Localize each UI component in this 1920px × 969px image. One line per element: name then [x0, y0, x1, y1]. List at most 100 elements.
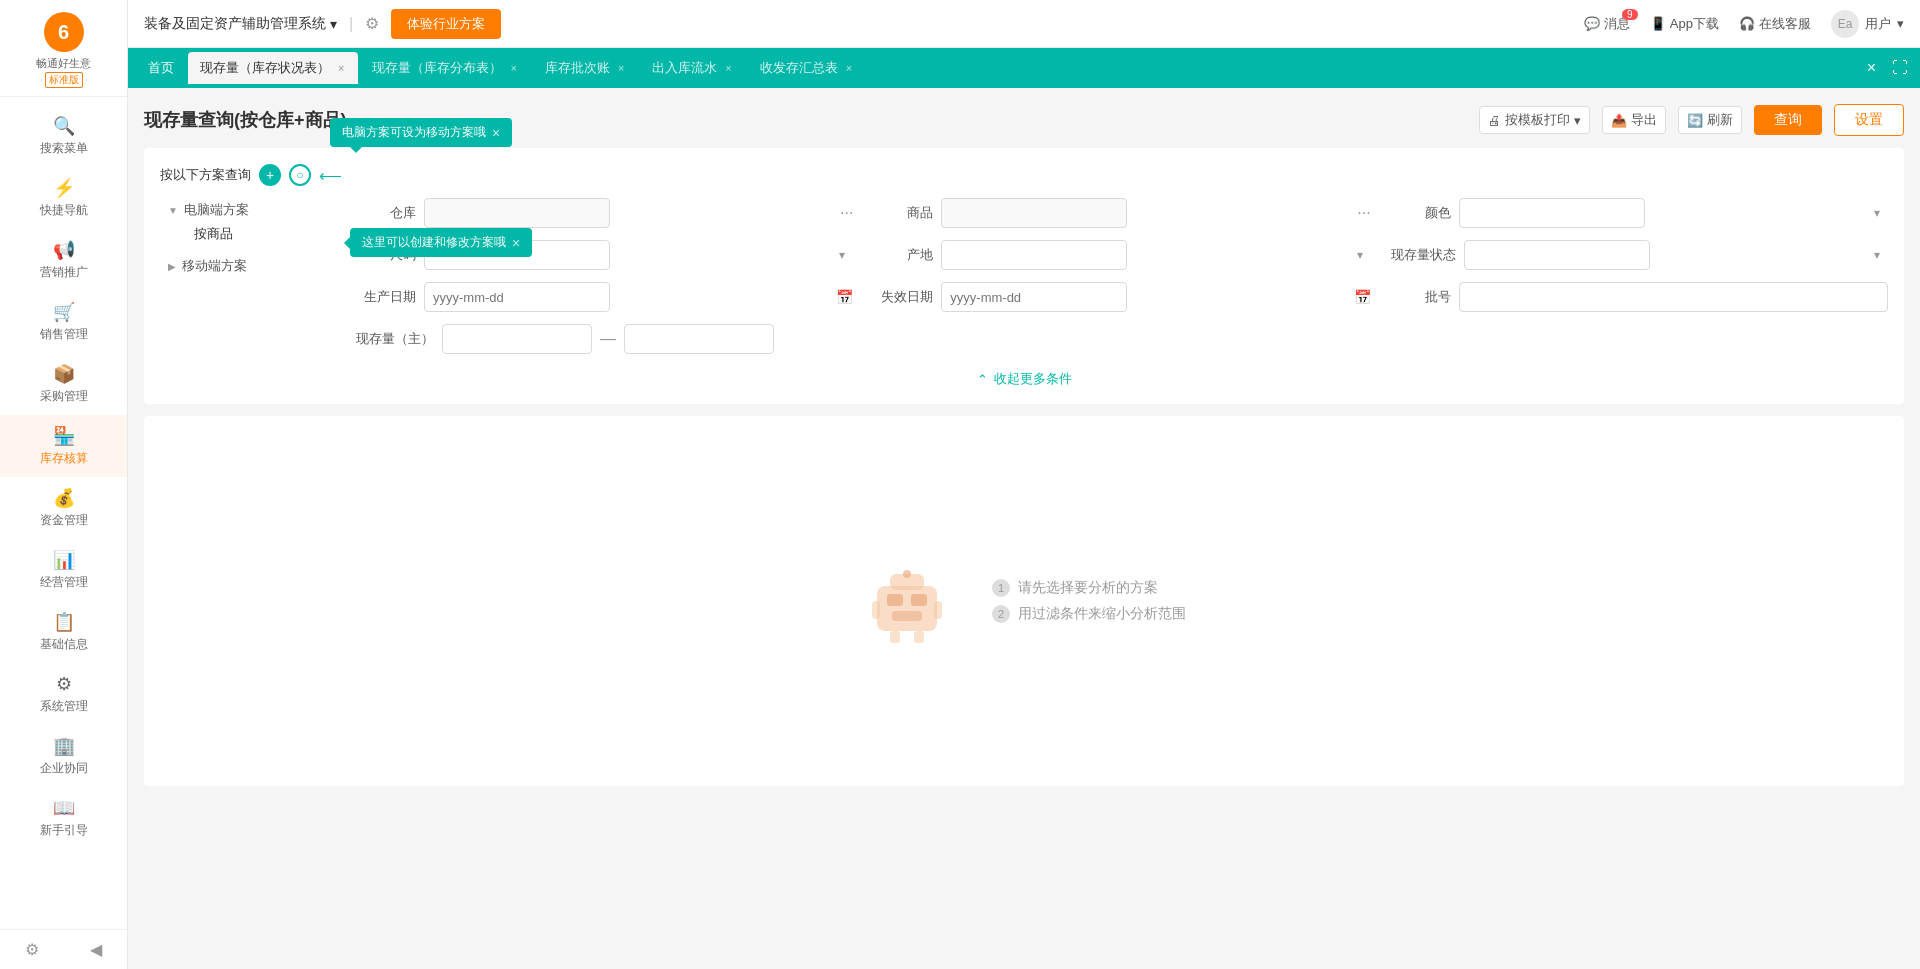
origin-input[interactable] [941, 240, 1127, 270]
refresh-btn[interactable]: 🔄 刷新 [1678, 106, 1742, 134]
avatar: Ea [1831, 10, 1859, 38]
template-print-label: 按模板打印 [1505, 111, 1570, 129]
tab-close-inventory-status[interactable]: × [336, 60, 346, 76]
tab-inventory-dist[interactable]: 现存量（库存分布表） × [360, 52, 530, 84]
sidebar-item-label: 采购管理 [40, 388, 88, 405]
trial-btn[interactable]: 体验行业方案 [391, 9, 501, 39]
size-chevron-icon: ▾ [839, 248, 845, 262]
mobile-scheme-item[interactable]: ▶ 移动端方案 [168, 254, 340, 278]
tab-maximize-icon[interactable]: ⛶ [1888, 55, 1912, 81]
warehouse-dots[interactable]: ··· [840, 204, 853, 222]
collapse-row[interactable]: ⌃ 收起更多条件 [160, 362, 1888, 388]
warehouse-input[interactable] [424, 198, 610, 228]
mobile-arrow-icon: ▶ [168, 261, 176, 272]
filter-arrow-btn[interactable]: ⟵ [319, 166, 342, 185]
online-service-label: 在线客服 [1759, 15, 1811, 33]
tab-inventory-status-label: 现存量（库存状况表） [200, 59, 330, 77]
tooltip1-close[interactable]: × [492, 125, 500, 141]
sidebar-item-inventory[interactable]: 🏪 库存核算 [0, 415, 127, 477]
empty-robot-icon [862, 556, 952, 646]
filter-fields-panel: 仓库 ··· 商品 ··· [356, 198, 1888, 362]
filter-origin-row: 产地 ▾ [873, 240, 1370, 270]
warehouse-select-wrapper [424, 198, 832, 228]
export-btn[interactable]: 📤 导出 [1602, 106, 1666, 134]
marketing-icon: 📢 [53, 239, 75, 261]
tab-close-receive-summary[interactable]: × [844, 60, 854, 76]
template-print-btn[interactable]: 🖨 按模板打印 ▾ [1479, 106, 1590, 134]
empty-state-panel: 1 请先选择要分析的方案 2 用过滤条件来缩小分析范围 [144, 416, 1904, 786]
logo-icon: 6 [44, 12, 84, 52]
system-selector[interactable]: 装备及固定资产辅助管理系统 ▾ [144, 15, 337, 33]
sidebar-item-enterprise[interactable]: 🏢 企业协同 [0, 725, 127, 787]
app-download-item[interactable]: 📱 App下载 [1650, 15, 1719, 33]
filter-add-btn[interactable]: + [259, 164, 281, 186]
page-content: 现存量查询(按仓库+商品) 🖨 按模板打印 ▾ 📤 导出 🔄 刷新 查询 设置 [128, 88, 1920, 969]
sidebar-item-label: 资金管理 [40, 512, 88, 529]
stock-main-label: 现存量（主） [356, 330, 434, 348]
sidebar-item-marketing[interactable]: 📢 营销推广 [0, 229, 127, 291]
tab-receive-summary[interactable]: 收发存汇总表 × [748, 52, 866, 84]
app-download-label: App下载 [1670, 15, 1719, 33]
print-icon: 🖨 [1488, 113, 1501, 128]
settings-panel-btn[interactable]: 设置 [1834, 104, 1904, 136]
tab-home[interactable]: 首页 [136, 52, 186, 84]
color-label: 颜色 [1391, 204, 1451, 222]
tab-home-label: 首页 [148, 59, 174, 77]
tab-close-inout-flow[interactable]: × [723, 60, 733, 76]
production-date-input[interactable] [424, 282, 610, 312]
sidebar-item-basic[interactable]: 📋 基础信息 [0, 601, 127, 663]
svg-point-9 [903, 570, 911, 578]
stock-main-max-input[interactable] [624, 324, 774, 354]
production-date-calendar-icon[interactable]: 📅 [836, 289, 853, 305]
sidebar-item-system[interactable]: ⚙ 系统管理 [0, 663, 127, 725]
print-chevron-icon: ▾ [1574, 113, 1581, 128]
sidebar-item-finance[interactable]: 💰 资金管理 [0, 477, 127, 539]
inventory-icon: 🏪 [53, 425, 75, 447]
message-item[interactable]: 💬 消息 9 [1584, 15, 1630, 33]
tab-inout-flow[interactable]: 出入库流水 × [640, 52, 745, 84]
search-btn[interactable]: 查询 [1754, 105, 1822, 135]
sidebar-item-purchase[interactable]: 📦 采购管理 [0, 353, 127, 415]
expiry-date-input[interactable] [941, 282, 1127, 312]
newbie-icon: 📖 [53, 797, 75, 819]
refresh-icon: 🔄 [1687, 113, 1703, 128]
sidebar-item-operations[interactable]: 📊 经营管理 [0, 539, 127, 601]
header-divider: | [349, 15, 353, 33]
stock-status-input[interactable] [1464, 240, 1650, 270]
tab-close-batch-ledger[interactable]: × [616, 60, 626, 76]
tab-inventory-status[interactable]: 现存量（库存状况表） × [188, 52, 358, 84]
sidebar-item-search[interactable]: 🔍 搜索菜单 [0, 105, 127, 167]
user-item[interactable]: Ea 用户 ▾ [1831, 10, 1904, 38]
goods-input[interactable] [941, 198, 1127, 228]
tab-batch-ledger[interactable]: 库存批次账 × [533, 52, 638, 84]
filter-edit-btn[interactable]: ○ [289, 164, 311, 186]
sidebar-item-label: 经营管理 [40, 574, 88, 591]
filter-panel: 按以下方案查询 + ○ ⟵ 电脑方案可设为移动方案哦 × ▼ 电脑端 [144, 148, 1904, 404]
filter-color-row: 颜色 ▾ [1391, 198, 1888, 228]
service-icon: 🎧 [1739, 16, 1755, 31]
top-header: 装备及固定资产辅助管理系统 ▾ | ⚙ 体验行业方案 💬 消息 9 📱 App下… [128, 0, 1920, 48]
sidebar-item-quick[interactable]: ⚡ 快捷导航 [0, 167, 127, 229]
tab-bar: 首页 现存量（库存状况表） × 现存量（库存分布表） × 库存批次账 × 出入库… [128, 48, 1920, 88]
expiry-date-calendar-icon[interactable]: 📅 [1354, 289, 1371, 305]
empty-hint2: 2 用过滤条件来缩小分析范围 [992, 605, 1186, 623]
sidebar-item-sales[interactable]: 🛒 销售管理 [0, 291, 127, 353]
stock-status-label: 现存量状态 [1391, 246, 1456, 264]
batch-no-input[interactable] [1459, 282, 1888, 312]
goods-dots[interactable]: ··· [1357, 204, 1370, 222]
tab-close-all-icon[interactable]: × [1863, 55, 1880, 81]
sidebar-item-newbie[interactable]: 📖 新手引导 [0, 787, 127, 849]
production-date-label: 生产日期 [356, 288, 416, 306]
tooltip2-text: 这里可以创建和修改方案哦 [362, 234, 506, 251]
desktop-scheme-item[interactable]: ▼ 电脑端方案 [168, 198, 340, 222]
settings-icon[interactable]: ⚙ [365, 14, 379, 33]
online-service-item[interactable]: 🎧 在线客服 [1739, 15, 1811, 33]
settings-footer-btn[interactable]: ⚙ [25, 940, 39, 959]
scheme-sub-by-goods[interactable]: 按商品 [188, 222, 340, 246]
stock-main-min-input[interactable] [442, 324, 592, 354]
main-area: 装备及固定资产辅助管理系统 ▾ | ⚙ 体验行业方案 💬 消息 9 📱 App下… [128, 0, 1920, 969]
tab-close-inventory-dist[interactable]: × [508, 60, 518, 76]
collapse-sidebar-btn[interactable]: ◀ [90, 940, 102, 959]
tooltip2-close[interactable]: × [512, 235, 520, 251]
color-input[interactable] [1459, 198, 1645, 228]
